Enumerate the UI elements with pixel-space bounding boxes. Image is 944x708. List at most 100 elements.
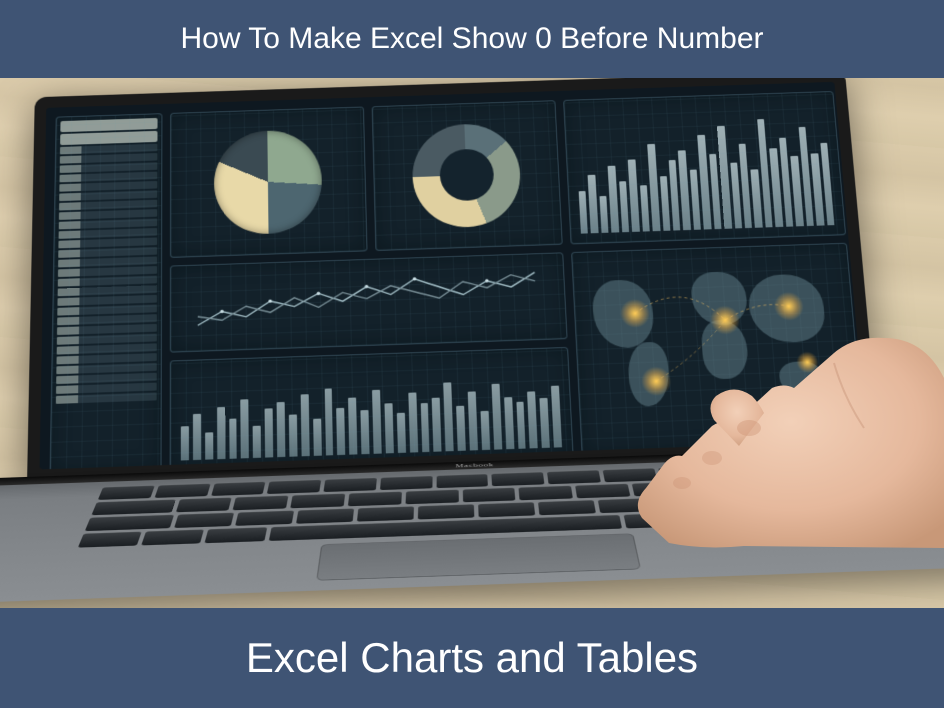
bar bbox=[229, 418, 237, 459]
table-row bbox=[59, 228, 158, 239]
table-row bbox=[57, 295, 157, 306]
keyboard-key bbox=[603, 468, 657, 482]
bar bbox=[420, 403, 430, 452]
keyboard-key bbox=[233, 496, 289, 511]
keyboard-key bbox=[290, 494, 345, 509]
pie-chart-icon bbox=[214, 129, 323, 235]
bar bbox=[669, 160, 681, 230]
laptop-trackpad bbox=[316, 533, 641, 580]
bar bbox=[443, 382, 453, 451]
dashboard-table-panel bbox=[50, 113, 163, 469]
bar bbox=[337, 408, 346, 455]
bar bbox=[779, 137, 794, 226]
keyboard-key bbox=[436, 474, 488, 488]
footer-banner: Excel Charts and Tables bbox=[0, 608, 944, 708]
bar bbox=[480, 411, 489, 450]
bar bbox=[468, 392, 478, 451]
bar bbox=[372, 390, 382, 454]
bar bbox=[313, 419, 322, 456]
keyboard-key bbox=[174, 513, 234, 528]
bar bbox=[516, 402, 526, 449]
bar bbox=[181, 427, 189, 461]
keyboard-key bbox=[267, 480, 321, 494]
bar bbox=[540, 397, 550, 448]
laptop: Macbook bbox=[0, 78, 926, 608]
keyboard-key bbox=[686, 511, 749, 527]
header-title: How To Make Excel Show 0 Before Number bbox=[180, 22, 763, 56]
dashboard-bar-bottom-panel bbox=[170, 347, 574, 470]
bar bbox=[408, 392, 418, 453]
keyboard-key bbox=[462, 488, 515, 503]
bar bbox=[599, 196, 608, 233]
keyboard-key bbox=[519, 486, 573, 501]
keyboard-key bbox=[405, 490, 458, 505]
bar bbox=[361, 410, 370, 454]
hero-photo: Macbook bbox=[0, 78, 944, 608]
bar bbox=[751, 169, 763, 227]
keyboard-key bbox=[748, 508, 812, 524]
bar bbox=[217, 407, 225, 459]
table-row bbox=[58, 237, 157, 248]
keyboard-key bbox=[769, 462, 852, 477]
table-row bbox=[59, 181, 157, 192]
table-row bbox=[58, 285, 157, 296]
bar bbox=[619, 181, 629, 232]
donut-chart-icon bbox=[411, 122, 522, 228]
bar bbox=[798, 127, 814, 226]
header-banner: How To Make Excel Show 0 Before Number bbox=[0, 0, 944, 78]
bar bbox=[730, 163, 742, 229]
keyboard-key bbox=[801, 476, 859, 490]
table-row bbox=[60, 153, 158, 164]
map-routes-icon bbox=[572, 244, 864, 455]
keyboard-key bbox=[598, 498, 657, 513]
dashboard-line-panel bbox=[170, 252, 568, 352]
keyboard-key bbox=[658, 466, 713, 480]
table-row bbox=[57, 343, 157, 354]
table-row bbox=[56, 373, 157, 384]
keyboard-key bbox=[380, 476, 432, 490]
bar bbox=[739, 143, 753, 228]
bar bbox=[678, 150, 691, 230]
line-chart-icon bbox=[179, 261, 558, 343]
dashboard-bar-top-panel bbox=[563, 91, 846, 244]
table-row bbox=[57, 304, 157, 315]
table-row bbox=[58, 256, 157, 267]
keyboard-key bbox=[98, 486, 155, 500]
bar bbox=[588, 175, 599, 233]
table-row bbox=[57, 334, 157, 345]
keyboard-key bbox=[810, 506, 875, 522]
bar bbox=[205, 432, 213, 459]
bar bbox=[790, 156, 803, 226]
table-row bbox=[57, 314, 157, 325]
bar bbox=[551, 385, 562, 447]
bar bbox=[647, 144, 660, 231]
keyboard-key bbox=[296, 508, 354, 523]
keyboard-key bbox=[538, 500, 596, 515]
bar bbox=[300, 394, 309, 456]
footer-title: Excel Charts and Tables bbox=[246, 634, 698, 682]
keyboard-key bbox=[688, 480, 745, 494]
bar bbox=[456, 405, 466, 451]
bar bbox=[659, 176, 670, 231]
keyboard-key bbox=[658, 496, 718, 511]
table-row bbox=[60, 172, 158, 183]
dashboard-pie-panel bbox=[170, 107, 368, 258]
keyboard-key bbox=[478, 502, 535, 517]
bar bbox=[193, 414, 201, 460]
table-row bbox=[56, 383, 157, 394]
bar bbox=[289, 414, 298, 456]
bar bbox=[640, 185, 650, 231]
bar bbox=[811, 153, 825, 226]
bar bbox=[820, 143, 834, 225]
bar bbox=[697, 135, 711, 229]
bar bbox=[348, 397, 357, 454]
keyboard-key bbox=[492, 472, 545, 486]
table-header bbox=[60, 118, 157, 132]
keyboard-key bbox=[357, 506, 414, 521]
bar bbox=[527, 391, 538, 448]
bar bbox=[397, 412, 406, 453]
keyboard-key bbox=[91, 499, 175, 515]
bar bbox=[770, 148, 784, 227]
table-row bbox=[60, 162, 158, 173]
bar bbox=[324, 388, 333, 455]
